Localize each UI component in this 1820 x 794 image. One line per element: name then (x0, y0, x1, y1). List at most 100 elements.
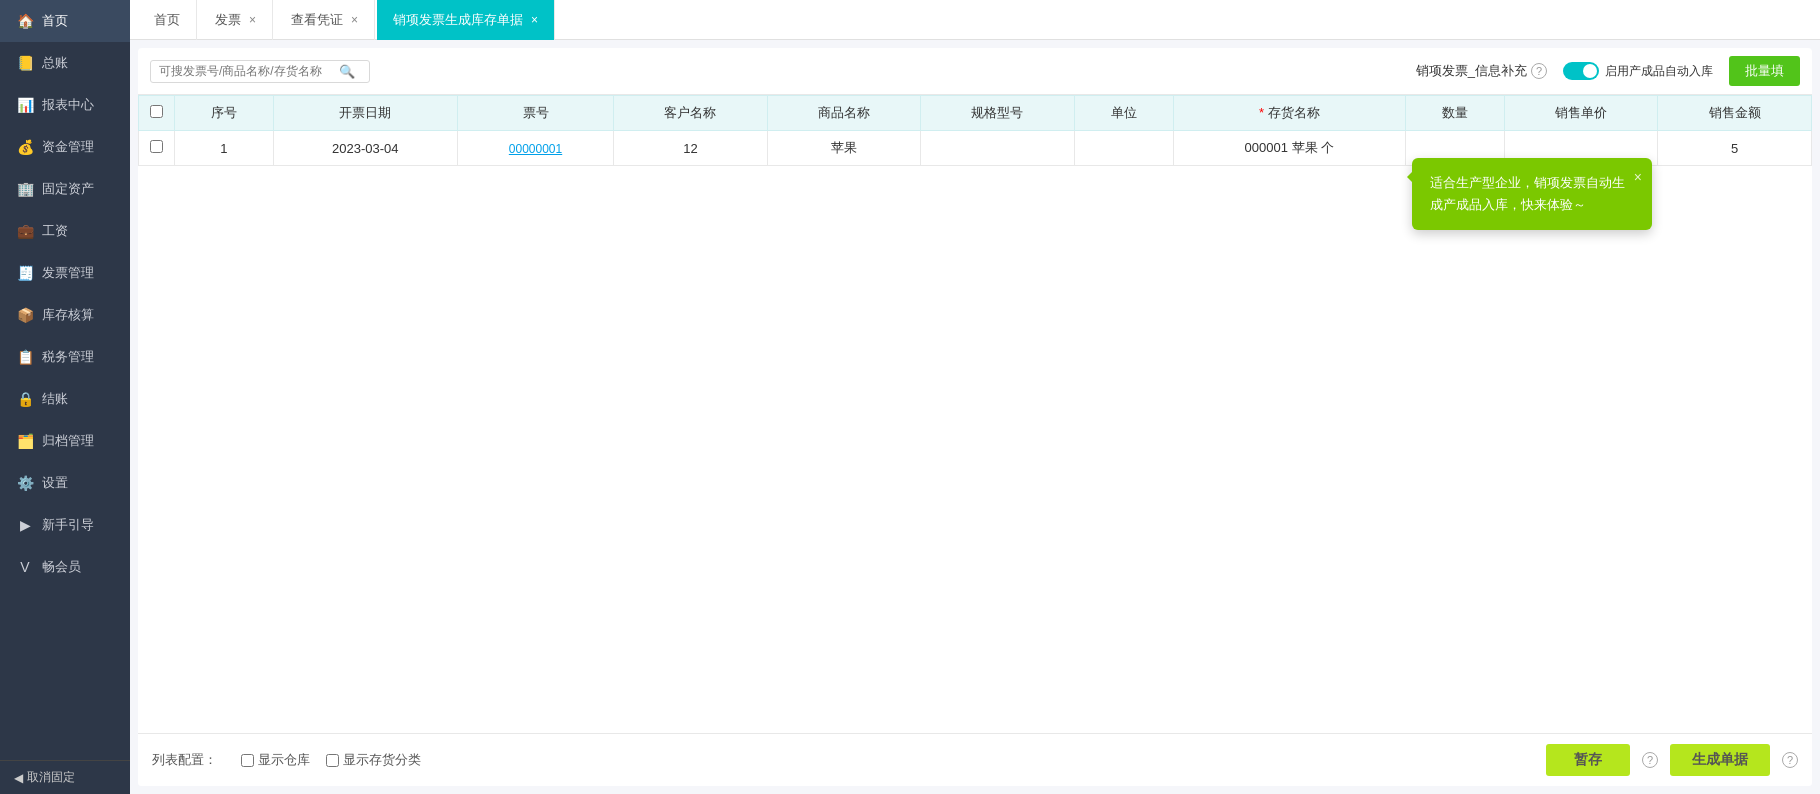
show-category-checkbox[interactable] (326, 754, 339, 767)
sidebar-item-home[interactable]: 🏠 首页 (0, 0, 130, 42)
tab-generate-close[interactable]: × (531, 13, 538, 27)
batch-fill-button[interactable]: 批量填 (1729, 56, 1800, 86)
sidebar-label-reports: 报表中心 (42, 96, 94, 114)
sidebar-label-payroll: 工资 (42, 222, 68, 240)
sidebar-label-home: 首页 (42, 12, 68, 30)
info-label: 销项发票_信息补充 ? (1416, 62, 1547, 80)
assets-icon: 🏢 (16, 180, 34, 198)
tab-home[interactable]: 首页 (138, 0, 197, 40)
sidebar-item-assets[interactable]: 🏢 固定资产 (0, 168, 130, 210)
sidebar-label-closing: 结账 (42, 390, 68, 408)
header-unit: 单位 (1074, 96, 1173, 131)
row-spec (921, 131, 1075, 166)
save-help-icon[interactable]: ? (1642, 752, 1658, 768)
header-amount: 销售金额 (1658, 96, 1812, 131)
header-unit-price: 销售单价 (1504, 96, 1658, 131)
guide-icon: ▶ (16, 516, 34, 534)
tooltip-text: 适合生产型企业，销项发票自动生成产成品入库，快来体验～ (1430, 175, 1625, 212)
header-inventory-name: * 存货名称 (1173, 96, 1406, 131)
search-input[interactable] (159, 64, 339, 78)
sidebar-item-tax[interactable]: 📋 税务管理 (0, 336, 130, 378)
tab-bar: 首页 发票 × 查看凭证 × 销项发票生成库存单据 × (130, 0, 1820, 40)
row-inventory-name: 000001 苹果 个 (1173, 131, 1406, 166)
cancel-fixed-icon: ◀ (14, 771, 23, 785)
toggle-area: 启用产成品自动入库 (1563, 62, 1713, 80)
sidebar-item-archive[interactable]: 🗂️ 归档管理 (0, 420, 130, 462)
auto-warehouse-toggle[interactable] (1563, 62, 1599, 80)
sidebar-label-inventory: 库存核算 (42, 306, 94, 324)
show-category-label[interactable]: 显示存货分类 (326, 751, 421, 769)
tab-voucher-label: 查看凭证 (291, 11, 343, 29)
tooltip-close-button[interactable]: × (1634, 166, 1642, 190)
tab-generate-label: 销项发票生成库存单据 (393, 11, 523, 29)
sidebar-item-ledger[interactable]: 📒 总账 (0, 42, 130, 84)
sidebar-label-tax: 税务管理 (42, 348, 94, 366)
archive-icon: 🗂️ (16, 432, 34, 450)
toolbar: 🔍 销项发票_信息补充 ? 启用产成品自动入库 批量填 (138, 48, 1812, 95)
tab-invoice-label: 发票 (215, 11, 241, 29)
cancel-fixed-button[interactable]: ◀ 取消固定 (0, 760, 130, 794)
generate-button[interactable]: 生成单据 (1670, 744, 1770, 776)
sidebar-item-vip[interactable]: V 畅会员 (0, 546, 130, 588)
row-customer: 12 (614, 131, 768, 166)
header-date: 开票日期 (273, 96, 457, 131)
show-category-text: 显示存货分类 (343, 751, 421, 769)
toolbar-right: 销项发票_信息补充 ? 启用产成品自动入库 批量填 (1416, 56, 1800, 86)
header-seq: 序号 (175, 96, 274, 131)
sidebar-label-ledger: 总账 (42, 54, 68, 72)
reports-icon: 📊 (16, 96, 34, 114)
bottom-actions: 暂存 ? 生成单据 ? (1546, 744, 1798, 776)
select-all-checkbox[interactable] (150, 105, 163, 118)
info-help-icon[interactable]: ? (1531, 63, 1547, 79)
tax-icon: 📋 (16, 348, 34, 366)
toggle-label: 启用产成品自动入库 (1605, 63, 1713, 80)
sidebar-item-payroll[interactable]: 💼 工资 (0, 210, 130, 252)
sidebar-item-closing[interactable]: 🔒 结账 (0, 378, 130, 420)
sidebar-label-guide: 新手引导 (42, 516, 94, 534)
tab-generate[interactable]: 销项发票生成库存单据 × (377, 0, 555, 40)
sidebar-item-guide[interactable]: ▶ 新手引导 (0, 504, 130, 546)
sidebar-item-inventory[interactable]: 📦 库存核算 (0, 294, 130, 336)
ticket-no-link[interactable]: 00000001 (509, 142, 562, 156)
content-area: 🔍 销项发票_信息补充 ? 启用产成品自动入库 批量填 (138, 48, 1812, 786)
show-warehouse-text: 显示仓库 (258, 751, 310, 769)
row-seq: 1 (175, 131, 274, 166)
row-date: 2023-03-04 (273, 131, 457, 166)
main-area: 首页 发票 × 查看凭证 × 销项发票生成库存单据 × 🔍 销项发票_信息补充 (130, 0, 1820, 794)
header-checkbox-cell (139, 96, 175, 131)
header-product-name: 商品名称 (767, 96, 921, 131)
payroll-icon: 💼 (16, 222, 34, 240)
tab-voucher[interactable]: 查看凭证 × (275, 0, 375, 40)
row-unit (1074, 131, 1173, 166)
show-warehouse-checkbox[interactable] (241, 754, 254, 767)
settings-icon: ⚙️ (16, 474, 34, 492)
sidebar: 🏠 首页 📒 总账 📊 报表中心 💰 资金管理 🏢 固定资产 💼 工资 🧾 发票… (0, 0, 130, 794)
sidebar-item-invoice[interactable]: 🧾 发票管理 (0, 252, 130, 294)
save-button[interactable]: 暂存 (1546, 744, 1630, 776)
data-table: 序号 开票日期 票号 客户名称 商品名称 规格型号 单位 * 存货名称 数量 销… (138, 95, 1812, 166)
tab-invoice-close[interactable]: × (249, 13, 256, 27)
header-spec: 规格型号 (921, 96, 1075, 131)
sidebar-label-archive: 归档管理 (42, 432, 94, 450)
sidebar-label-settings: 设置 (42, 474, 68, 492)
row-ticket-no: 00000001 (457, 131, 613, 166)
ledger-icon: 📒 (16, 54, 34, 72)
invoice-icon: 🧾 (16, 264, 34, 282)
sidebar-label-assets: 固定资产 (42, 180, 94, 198)
tab-invoice[interactable]: 发票 × (199, 0, 273, 40)
table-header-row: 序号 开票日期 票号 客户名称 商品名称 规格型号 单位 * 存货名称 数量 销… (139, 96, 1812, 131)
tab-voucher-close[interactable]: × (351, 13, 358, 27)
sidebar-item-settings[interactable]: ⚙️ 设置 (0, 462, 130, 504)
sidebar-item-reports[interactable]: 📊 报表中心 (0, 84, 130, 126)
row-checkbox[interactable] (150, 140, 163, 153)
search-icon: 🔍 (339, 64, 355, 79)
generate-help-icon[interactable]: ? (1782, 752, 1798, 768)
sidebar-item-funds[interactable]: 💰 资金管理 (0, 126, 130, 168)
show-warehouse-label[interactable]: 显示仓库 (241, 751, 310, 769)
closing-icon: 🔒 (16, 390, 34, 408)
header-quantity: 数量 (1406, 96, 1505, 131)
row-amount: 5 (1658, 131, 1812, 166)
search-box[interactable]: 🔍 (150, 60, 370, 83)
row-product-name: 苹果 (767, 131, 921, 166)
sidebar-label-vip: 畅会员 (42, 558, 81, 576)
